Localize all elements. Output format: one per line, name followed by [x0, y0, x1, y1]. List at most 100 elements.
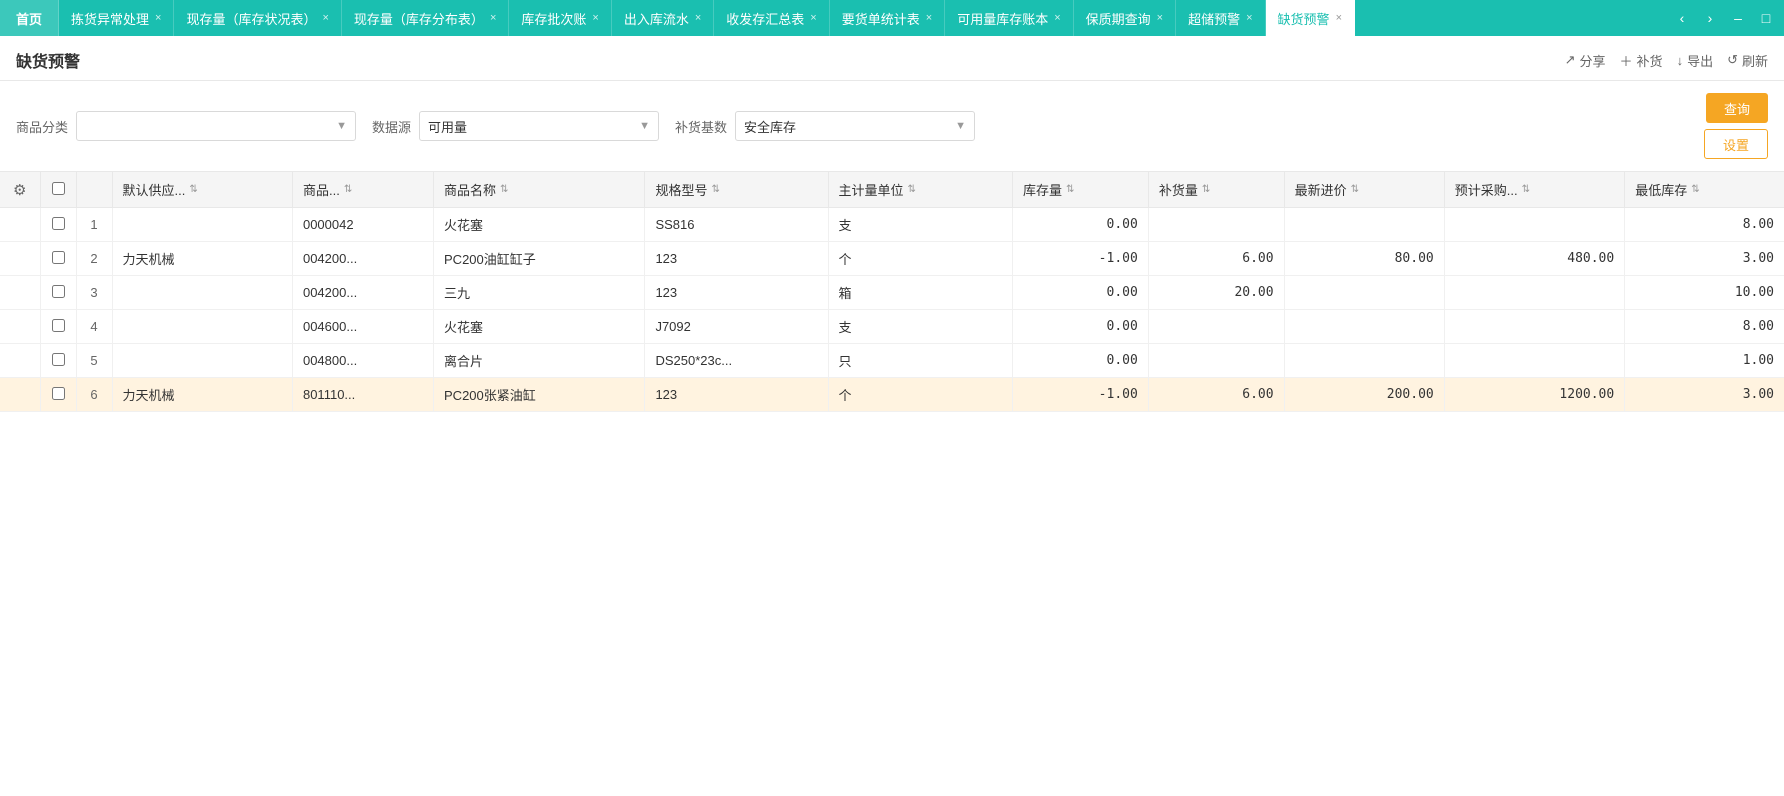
- nav-tab-label-expiry-query: 保质期查询: [1086, 9, 1151, 28]
- row-checkbox-2[interactable]: [52, 285, 65, 298]
- th-min-stock[interactable]: 最低库存⇅: [1625, 172, 1784, 208]
- td-replenish_qty-2: 20.00: [1148, 276, 1284, 310]
- replenish-button[interactable]: ＋补货: [1620, 51, 1663, 70]
- th-product-code[interactable]: 商品...⇅: [292, 172, 433, 208]
- th-gear[interactable]: ⚙: [0, 172, 40, 208]
- td-stock_qty-5: -1.00: [1013, 378, 1149, 412]
- nav-tab-inout-flow[interactable]: 出入库流水 ×: [612, 0, 714, 36]
- nav-tab-expiry-query[interactable]: 保质期查询 ×: [1074, 0, 1176, 36]
- sort-icon-code: ⇅: [344, 184, 352, 195]
- nav-tab-purchase-stats[interactable]: 要货单统计表 ×: [830, 0, 945, 36]
- page-header: 缺货预警 ↗分享＋补货↓导出↺刷新: [0, 36, 1784, 81]
- nav-tab-available-ledger[interactable]: 可用量库存账本 ×: [945, 0, 1073, 36]
- datasource-select[interactable]: 可用量 ▼: [419, 111, 659, 141]
- td-checkbox-5: [40, 378, 76, 412]
- td-stock_qty-4: 0.00: [1013, 344, 1149, 378]
- row-checkbox-5[interactable]: [52, 387, 65, 400]
- th-product-name-label: 商品名称: [444, 180, 496, 199]
- nav-tab-close-inventory-status[interactable]: ×: [322, 12, 328, 24]
- gear-settings-icon[interactable]: ⚙: [13, 182, 26, 199]
- td-stock_qty-2: 0.00: [1013, 276, 1149, 310]
- nav-tab-overstock[interactable]: 超储预警 ×: [1176, 0, 1265, 36]
- th-default-supplier[interactable]: 默认供应...⇅: [112, 172, 292, 208]
- td-rownum-0: 1: [76, 208, 112, 242]
- td-rownum-3: 4: [76, 310, 112, 344]
- th-replenish-qty[interactable]: 补货量⇅: [1148, 172, 1284, 208]
- td-product_name-5: PC200张紧油缸: [434, 378, 645, 412]
- nav-tab-close-inventory-dist[interactable]: ×: [490, 12, 496, 24]
- data-table: ⚙ 默认供应...⇅ 商品...⇅ 商品名称⇅: [0, 171, 1784, 412]
- refresh-button[interactable]: ↺刷新: [1727, 51, 1768, 70]
- table-row: 10000042火花塞SS816支0.008.00: [0, 208, 1784, 242]
- nav-minimize-button[interactable]: –: [1724, 4, 1752, 32]
- table-row: 5004800...离合片DS250*23c...只0.001.00: [0, 344, 1784, 378]
- th-product-name[interactable]: 商品名称⇅: [434, 172, 645, 208]
- nav-tab-close-overstock[interactable]: ×: [1246, 12, 1252, 24]
- th-est-purchase[interactable]: 预计采购... ⇅: [1444, 172, 1624, 208]
- nav-tab-close-expiry-query[interactable]: ×: [1157, 12, 1163, 24]
- td-est_purchase-0: [1444, 208, 1624, 242]
- sort-icon-est: ⇅: [1522, 184, 1530, 195]
- nav-tab-exception[interactable]: 拣货异常处理 ×: [59, 0, 174, 36]
- select-all-checkbox[interactable]: [52, 182, 65, 195]
- td-rownum-1: 2: [76, 242, 112, 276]
- query-button[interactable]: 查询: [1706, 93, 1768, 123]
- nav-maximize-button[interactable]: □: [1752, 4, 1780, 32]
- replenish-base-filter-item: 补货基数 安全库存 ▼: [675, 111, 975, 141]
- nav-prev-button[interactable]: ‹: [1668, 4, 1696, 32]
- top-nav: 首页拣货异常处理 ×现存量（库存状况表） ×现存量（库存分布表） ×库存批次账 …: [0, 0, 1784, 36]
- replenish-base-select[interactable]: 安全库存 ▼: [735, 111, 975, 141]
- nav-tab-close-collect-summary[interactable]: ×: [810, 12, 816, 24]
- td-product_name-3: 火花塞: [434, 310, 645, 344]
- nav-tab-collect-summary[interactable]: 收发存汇总表 ×: [714, 0, 829, 36]
- nav-tab-inventory-dist[interactable]: 现存量（库存分布表） ×: [342, 0, 509, 36]
- share-button[interactable]: ↗分享: [1565, 51, 1606, 70]
- td-rownum-5: 6: [76, 378, 112, 412]
- th-est-purchase-label: 预计采购...: [1455, 180, 1518, 199]
- row-checkbox-4[interactable]: [52, 353, 65, 366]
- row-checkbox-3[interactable]: [52, 319, 65, 332]
- header-actions: ↗分享 ＋补货 ↓导出 ↺刷新: [1565, 51, 1768, 70]
- table-body: 10000042火花塞SS816支0.008.002力天机械004200... P…: [0, 208, 1784, 412]
- th-spec[interactable]: 规格型号⇅: [645, 172, 828, 208]
- nav-tab-shortage[interactable]: 缺货预警 ×: [1266, 0, 1355, 36]
- row-checkbox-1[interactable]: [52, 251, 65, 264]
- row-checkbox-0[interactable]: [52, 217, 65, 230]
- th-latest-price[interactable]: 最新进价⇅: [1284, 172, 1444, 208]
- th-unit[interactable]: 主计量单位⇅: [828, 172, 1013, 208]
- nav-tab-close-available-ledger[interactable]: ×: [1054, 12, 1060, 24]
- export-button[interactable]: ↓导出: [1677, 51, 1714, 70]
- nav-tab-label-exception: 拣货异常处理: [71, 9, 149, 28]
- td-replenish_qty-3: [1148, 310, 1284, 344]
- th-stock-qty[interactable]: 库存量⇅: [1013, 172, 1149, 208]
- nav-tab-close-purchase-stats[interactable]: ×: [926, 12, 932, 24]
- td-min_stock-2: 10.00: [1625, 276, 1784, 310]
- nav-next-button[interactable]: ›: [1696, 4, 1724, 32]
- td-gear-5: [0, 378, 40, 412]
- settings-button[interactable]: 设置: [1704, 129, 1768, 159]
- th-default-supplier-label: 默认供应...: [123, 180, 186, 199]
- td-product_code-1: 004200...: [292, 242, 433, 276]
- share-icon: ↗: [1565, 52, 1576, 68]
- nav-tab-close-inout-flow[interactable]: ×: [695, 12, 701, 24]
- td-gear-3: [0, 310, 40, 344]
- td-gear-2: [0, 276, 40, 310]
- nav-tab-label-collect-summary: 收发存汇总表: [726, 9, 804, 28]
- refresh-label: 刷新: [1742, 51, 1768, 70]
- nav-tab-inventory-status[interactable]: 现存量（库存状况表） ×: [174, 0, 341, 36]
- td-est_purchase-3: [1444, 310, 1624, 344]
- sort-icon-min: ⇅: [1691, 184, 1699, 195]
- td-product_code-4: 004800...: [292, 344, 433, 378]
- td-stock_qty-3: 0.00: [1013, 310, 1149, 344]
- nav-tab-batch-account[interactable]: 库存批次账 ×: [509, 0, 611, 36]
- nav-tab-close-exception[interactable]: ×: [155, 12, 161, 24]
- td-product_name-0: 火花塞: [434, 208, 645, 242]
- td-product_code-3: 004600...: [292, 310, 433, 344]
- td-default_supplier-1: 力天机械: [112, 242, 292, 276]
- td-latest_price-5: 200.00: [1284, 378, 1444, 412]
- nav-tab-close-shortage[interactable]: ×: [1336, 12, 1342, 24]
- nav-tab-close-batch-account[interactable]: ×: [592, 12, 598, 24]
- nav-tab-home[interactable]: 首页: [0, 0, 59, 36]
- filter-right-buttons: 查询 设置: [1704, 93, 1768, 159]
- category-select[interactable]: ▼: [76, 111, 356, 141]
